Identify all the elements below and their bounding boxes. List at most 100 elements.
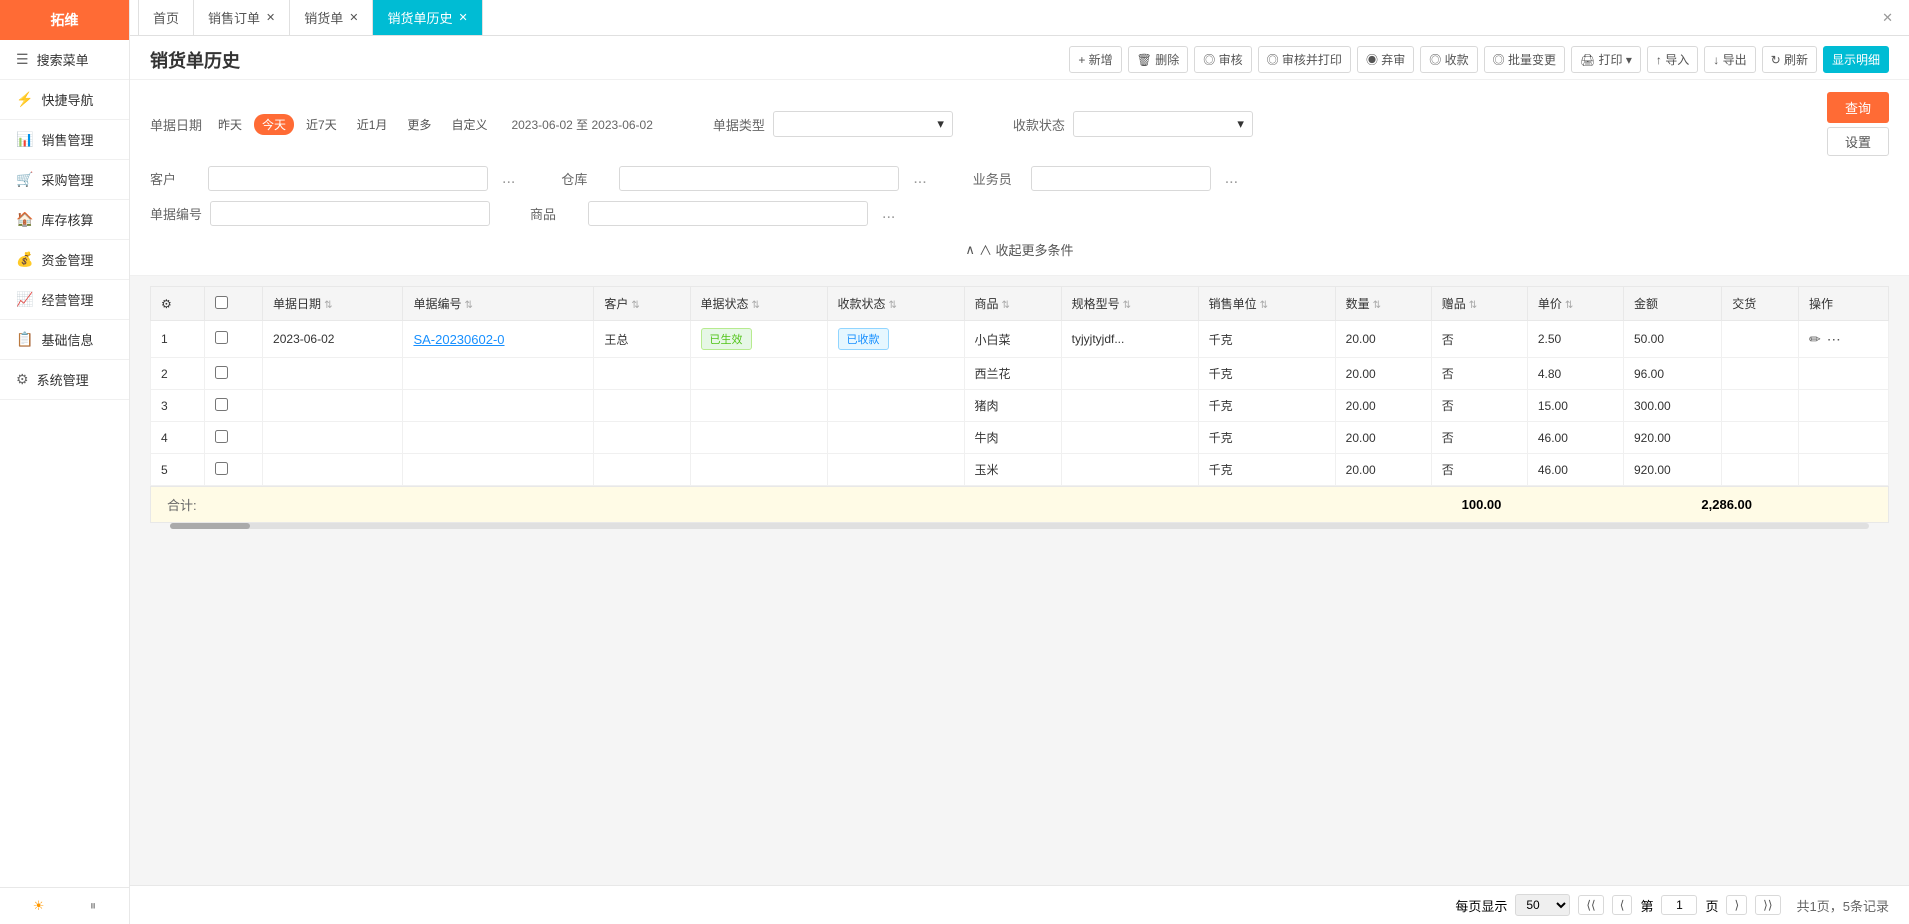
row-doc-no[interactable]: [403, 358, 594, 390]
tab-sales-history[interactable]: 销货单历史 ✕: [373, 0, 482, 35]
date-pill-yesterday[interactable]: 昨天: [210, 114, 250, 135]
col-price[interactable]: 单价⇅: [1527, 287, 1623, 321]
delete-button[interactable]: 🗑 删除: [1128, 46, 1189, 73]
row-doc-date: [263, 422, 403, 454]
row-doc-date: [263, 358, 403, 390]
tab-close-sales-delivery[interactable]: ✕: [349, 11, 358, 24]
col-customer[interactable]: 客户⇅: [594, 287, 690, 321]
new-button[interactable]: + 新增: [1069, 46, 1121, 73]
tab-sales-delivery[interactable]: 销货单 ✕: [290, 0, 373, 35]
col-pay-status[interactable]: 收款状态⇅: [827, 287, 964, 321]
sidebar-item-purchase-mgmt[interactable]: 🛒 采购管理: [0, 160, 129, 200]
salesperson-input[interactable]: [1031, 166, 1211, 191]
abandon-button[interactable]: ◉ 弃审: [1357, 46, 1414, 73]
row-checkbox[interactable]: [215, 331, 228, 344]
col-doc-status[interactable]: 单据状态⇅: [690, 287, 827, 321]
last-page-button[interactable]: ⟩⟩: [1755, 895, 1780, 915]
sidebar-item-sales-mgmt[interactable]: 📊 销售管理: [0, 120, 129, 160]
goods-dots-button[interactable]: ...: [876, 203, 901, 225]
page-input[interactable]: [1661, 895, 1697, 915]
export-button[interactable]: ↓ 导出: [1704, 46, 1755, 73]
customer-dots-button[interactable]: ...: [496, 168, 521, 190]
tab-close-sales-order[interactable]: ✕: [266, 11, 275, 24]
sidebar-pause-icon[interactable]: ⏸: [90, 898, 97, 914]
date-pill-custom[interactable]: 自定义: [443, 114, 495, 135]
review-print-button[interactable]: ◎ 审核并打印: [1258, 46, 1351, 73]
next-page-button[interactable]: ⟩: [1726, 895, 1747, 915]
col-spec[interactable]: 规格型号⇅: [1061, 287, 1198, 321]
warehouse-dots-button[interactable]: ...: [907, 168, 932, 190]
row-checkbox[interactable]: [215, 430, 228, 443]
salesperson-dots-button[interactable]: ...: [1219, 168, 1244, 190]
docno-input[interactable]: [210, 201, 490, 226]
row-checkbox[interactable]: [215, 366, 228, 379]
sidebar-item-system-mgmt[interactable]: ⚙ 系统管理: [0, 360, 129, 400]
import-button[interactable]: ↑ 导入: [1647, 46, 1698, 73]
row-checkbox-cell[interactable]: [205, 422, 263, 454]
settings-button[interactable]: 设置: [1827, 127, 1889, 156]
show-details-button[interactable]: 显示明细: [1823, 46, 1889, 73]
more-icon[interactable]: ⋯: [1827, 331, 1841, 348]
warehouse-input[interactable]: [619, 166, 899, 191]
row-checkbox[interactable]: [215, 398, 228, 411]
row-doc-no[interactable]: [403, 422, 594, 454]
row-checkbox-cell[interactable]: [205, 321, 263, 358]
tab-bar-close-all[interactable]: ✕: [1874, 6, 1901, 30]
date-pill-7days[interactable]: 近7天: [298, 114, 345, 135]
row-checkbox-cell[interactable]: [205, 358, 263, 390]
sidebar-item-operations[interactable]: 📈 经营管理: [0, 280, 129, 320]
row-checkbox-cell[interactable]: [205, 390, 263, 422]
sidebar-item-inventory[interactable]: 🏠 库存核算: [0, 200, 129, 240]
row-doc-no[interactable]: [403, 454, 594, 486]
col-qty[interactable]: 数量⇅: [1335, 287, 1431, 321]
tab-sales-order[interactable]: 销售订单 ✕: [194, 0, 290, 35]
doc-no-link[interactable]: SA-20230602-0: [413, 332, 504, 347]
goods-input[interactable]: [588, 201, 868, 226]
sidebar-bottom: ☀ ⏸: [0, 887, 129, 924]
col-goods[interactable]: 商品⇅: [964, 287, 1061, 321]
tab-close-sales-history[interactable]: ✕: [459, 11, 468, 24]
col-gift[interactable]: 赠品⇅: [1431, 287, 1527, 321]
col-settings[interactable]: ⚙: [151, 287, 205, 321]
sidebar-item-quick-nav[interactable]: ⚡ 快捷导航: [0, 80, 129, 120]
total-amount: 2,286.00: [1701, 497, 1752, 512]
select-all-checkbox[interactable]: [215, 296, 228, 309]
paystatus-select[interactable]: ▾: [1073, 111, 1253, 137]
col-unit[interactable]: 销售单位⇅: [1198, 287, 1335, 321]
tab-home[interactable]: 首页: [138, 0, 194, 35]
sidebar-item-search-menu[interactable]: ☰ 搜索菜单: [0, 40, 129, 80]
customer-input[interactable]: [208, 166, 488, 191]
col-doc-no[interactable]: 单据编号⇅: [403, 287, 594, 321]
query-button[interactable]: 查询: [1827, 92, 1889, 123]
first-page-button[interactable]: ⟨⟨: [1578, 895, 1603, 915]
sidebar-sun-icon[interactable]: ☀: [33, 898, 45, 914]
filter-area: 单据日期 昨天 今天 近7天 近1月 更多 自定义 2023-06-02 至 2…: [130, 80, 1909, 276]
print-button[interactable]: 🖨 打印 ▾: [1571, 46, 1641, 73]
sidebar-item-finance[interactable]: 💰 资金管理: [0, 240, 129, 280]
collapse-filters-button[interactable]: ∧ ∧ 收起更多条件: [150, 236, 1889, 263]
collect-button[interactable]: ◎ 收款: [1420, 46, 1477, 73]
col-amount[interactable]: 金额: [1623, 287, 1721, 321]
sidebar-item-basic-info[interactable]: 📋 基础信息: [0, 320, 129, 360]
prev-page-button[interactable]: ⟨: [1612, 895, 1633, 915]
page-size-select[interactable]: 50 100 200: [1515, 894, 1570, 916]
batch-change-button[interactable]: ◎ 批量变更: [1484, 46, 1565, 73]
horizontal-scrollbar[interactable]: [170, 523, 1869, 529]
date-pill-today[interactable]: 今天: [254, 114, 294, 135]
row-doc-no[interactable]: [403, 390, 594, 422]
row-doc-status: [690, 390, 827, 422]
row-checkbox[interactable]: [215, 462, 228, 475]
edit-icon[interactable]: ✏: [1809, 331, 1821, 348]
filter-date-group: 单据日期 昨天 今天 近7天 近1月 更多 自定义 2023-06-02 至 2…: [150, 114, 653, 135]
doctype-select[interactable]: ▾: [773, 111, 953, 137]
date-pill-1month[interactable]: 近1月: [349, 114, 396, 135]
col-doc-date[interactable]: 单据日期⇅: [263, 287, 403, 321]
row-checkbox-cell[interactable]: [205, 454, 263, 486]
review-button[interactable]: ◎ 审核: [1194, 46, 1251, 73]
row-doc-no[interactable]: SA-20230602-0: [403, 321, 594, 358]
scroll-thumb[interactable]: [170, 523, 250, 529]
refresh-button[interactable]: ↻ 刷新: [1762, 46, 1817, 73]
page-size-label: 每页显示: [1455, 896, 1507, 915]
col-checkbox[interactable]: [205, 287, 263, 321]
date-pill-more[interactable]: 更多: [399, 114, 439, 135]
